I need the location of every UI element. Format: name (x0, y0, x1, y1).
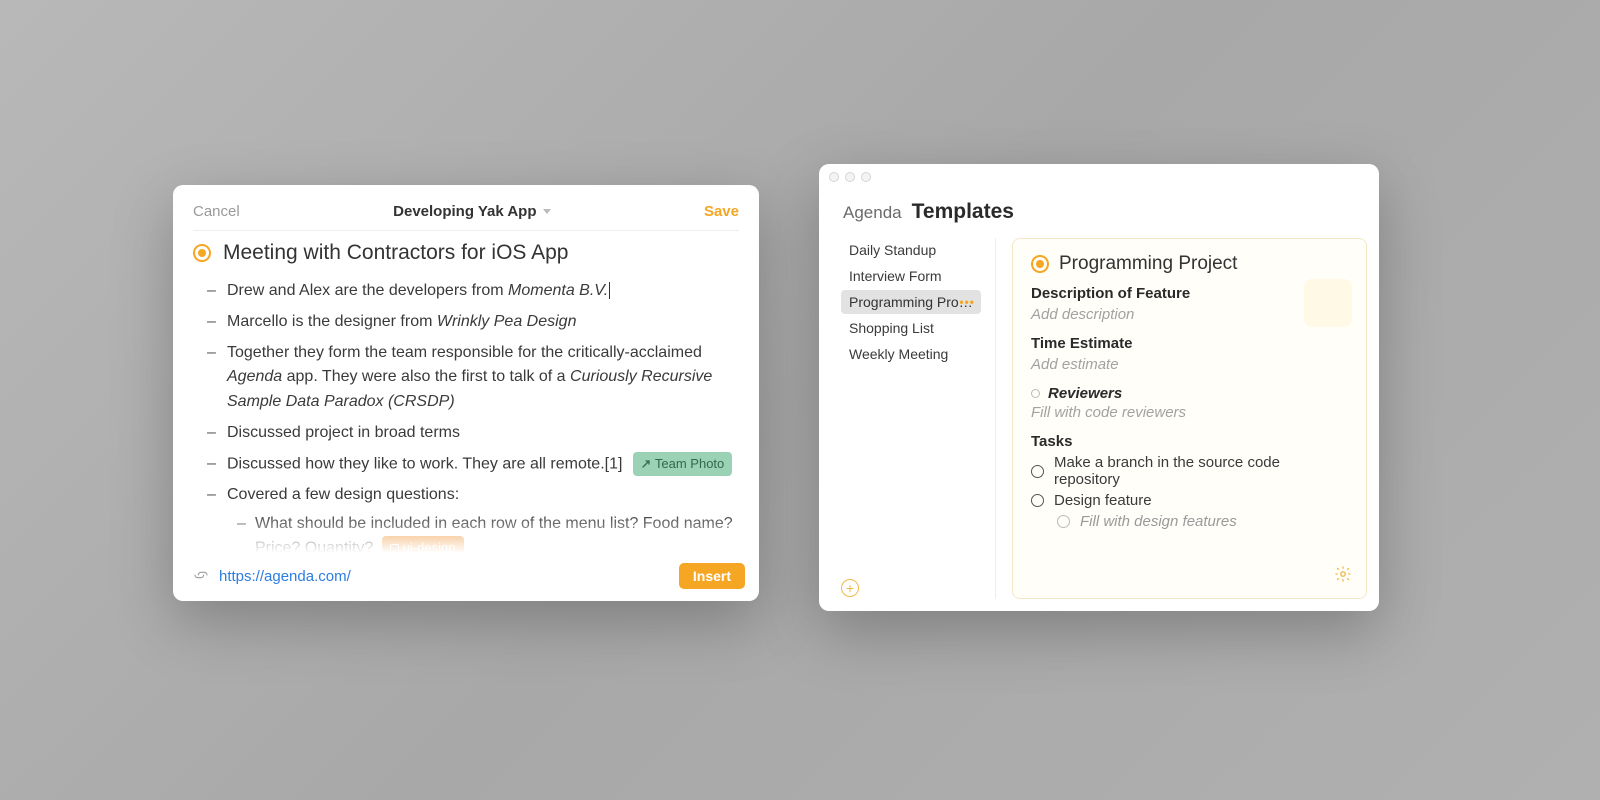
gear-icon[interactable] (1334, 565, 1352, 588)
section-placeholder[interactable]: Add estimate (1031, 356, 1348, 373)
task-subitem[interactable]: Fill with design features (1057, 513, 1348, 530)
add-template-button[interactable]: + (841, 579, 859, 597)
link-icon (193, 567, 209, 585)
bullet-item[interactable]: Drew and Alex are the developers from Mo… (193, 279, 739, 304)
sub-bullet-item[interactable]: What should be included in each row of t… (227, 512, 739, 553)
reviewers-heading[interactable]: Reviewers (1048, 385, 1122, 402)
template-item[interactable]: Daily Standup (841, 238, 981, 262)
checkbox-icon[interactable] (1031, 465, 1044, 478)
bullet-item[interactable]: Together they form the team responsible … (193, 341, 739, 415)
fade-overlay (1013, 554, 1366, 598)
link-glyph-icon (641, 459, 651, 469)
note-editor-window: Cancel Developing Yak App Save Meeting w… (173, 185, 759, 601)
checkbox-icon[interactable] (1057, 515, 1070, 528)
tag-ui-design[interactable]: ui-design (382, 536, 464, 553)
section-heading[interactable]: Description of Feature (1031, 285, 1348, 302)
template-list: Daily Standup Interview Form Programming… (841, 238, 981, 599)
save-button[interactable]: Save (704, 203, 739, 220)
template-item[interactable]: Shopping List (841, 316, 981, 340)
more-icon[interactable]: ••• (959, 295, 975, 309)
checkbox-icon[interactable] (1031, 494, 1044, 507)
section-placeholder[interactable]: Add description (1031, 306, 1348, 323)
template-item[interactable]: Interview Form (841, 264, 981, 288)
section-placeholder[interactable]: Fill with code reviewers (1031, 404, 1348, 421)
bullet-item[interactable]: Marcello is the designer from Wrinkly Pe… (193, 310, 739, 335)
bullet-item[interactable]: Discussed how they like to work. They ar… (193, 452, 739, 477)
window-controls[interactable] (829, 172, 871, 182)
bullet-item[interactable]: Discussed project in broad terms (193, 421, 739, 446)
insert-button[interactable]: Insert (679, 563, 745, 589)
close-dot-icon[interactable] (829, 172, 839, 182)
bullet-icon (1031, 389, 1040, 398)
template-title[interactable]: Programming Project (1059, 253, 1237, 275)
tasks-heading[interactable]: Tasks (1031, 433, 1348, 450)
section-title: Templates (912, 200, 1014, 224)
link-row: https://agenda.com/ (193, 567, 351, 585)
tag-team-photo[interactable]: Team Photo (633, 452, 732, 476)
minimize-dot-icon[interactable] (845, 172, 855, 182)
link-url[interactable]: https://agenda.com/ (219, 568, 351, 585)
agenda-dot-icon[interactable] (193, 244, 211, 262)
templates-header: Agenda Templates (819, 164, 1379, 238)
template-preview-card: Programming Project Description of Featu… (1012, 238, 1367, 599)
note-title[interactable]: Meeting with Contractors for iOS App (223, 241, 569, 265)
template-item-selected[interactable]: Programming Proj… ••• (841, 290, 981, 314)
vertical-divider (995, 238, 996, 599)
templates-window: Agenda Templates Daily Standup Interview… (819, 164, 1379, 611)
editor-toolbar: Cancel Developing Yak App Save (173, 185, 759, 230)
editor-footer: https://agenda.com/ Insert (173, 553, 759, 601)
project-title: Developing Yak App (393, 203, 536, 220)
template-item[interactable]: Weekly Meeting (841, 342, 981, 366)
tag-glyph-icon (390, 544, 399, 553)
chevron-down-icon (543, 209, 551, 214)
task-item[interactable]: Make a branch in the source code reposit… (1031, 454, 1348, 488)
cancel-button[interactable]: Cancel (193, 203, 240, 220)
zoom-dot-icon[interactable] (861, 172, 871, 182)
section-heading[interactable]: Time Estimate (1031, 335, 1348, 352)
note-heading-row: Meeting with Contractors for iOS App (173, 231, 759, 273)
app-name: Agenda (843, 203, 902, 223)
task-item[interactable]: Design feature (1031, 492, 1348, 509)
agenda-dot-icon (1031, 255, 1049, 273)
project-dropdown[interactable]: Developing Yak App (393, 203, 550, 220)
bullet-item[interactable]: Covered a few design questions: What sho… (193, 483, 739, 553)
note-body[interactable]: Drew and Alex are the developers from Mo… (173, 273, 759, 553)
stamp-decoration (1304, 279, 1352, 327)
